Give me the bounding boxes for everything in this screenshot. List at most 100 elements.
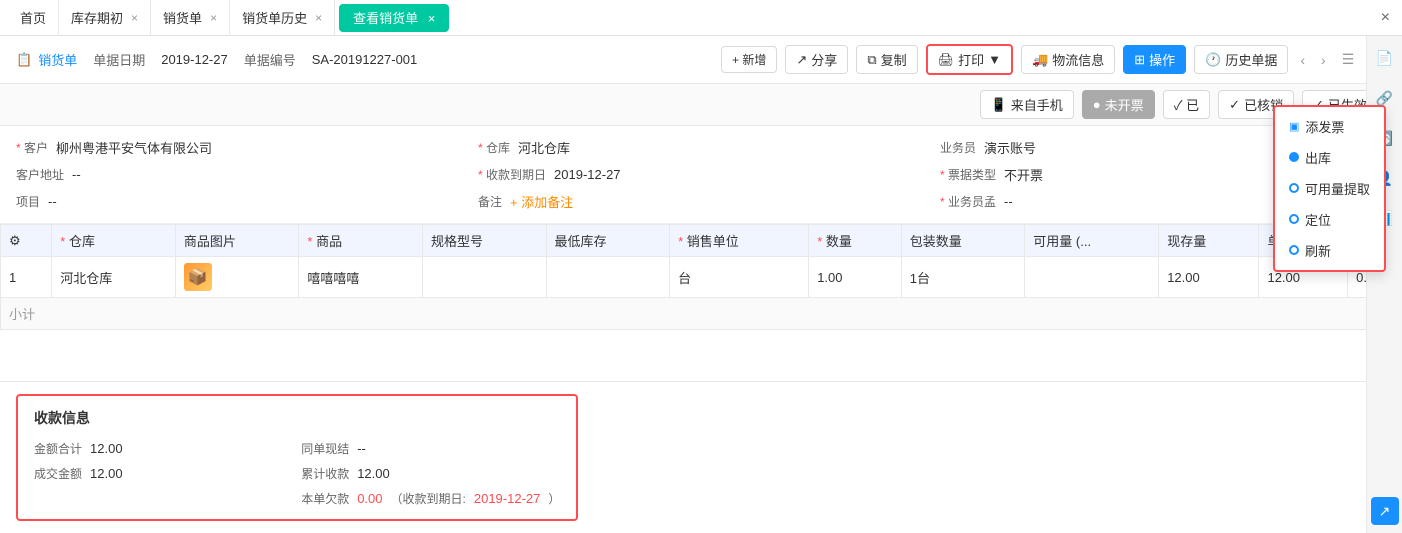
doc-icon: 📋	[16, 52, 32, 68]
payment-date-value[interactable]: 2019-12-27	[554, 167, 621, 182]
td-min-stock	[546, 257, 670, 298]
remark-add-button[interactable]: + 添加备注	[510, 192, 573, 211]
tab-view-sales-close[interactable]: ×	[428, 11, 436, 26]
tab-sales[interactable]: 销货单 ×	[151, 0, 230, 36]
history-button[interactable]: 🕐 历史单据	[1194, 45, 1288, 74]
address-label: 客户地址	[16, 166, 64, 183]
nav-prev[interactable]: ‹	[1296, 50, 1309, 70]
check-icon: ✓	[1229, 97, 1240, 113]
print-icon: 🖨	[938, 52, 955, 68]
deal-row: 成交金额 12.00	[34, 465, 293, 482]
phone-button[interactable]: 📱 来自手机	[980, 90, 1074, 119]
tab-sales-close[interactable]: ×	[210, 11, 217, 25]
new-button[interactable]: + 新增	[721, 46, 777, 73]
doc-header: 📋 销货单 单据日期 2019-12-27 单据编号 SA-20191227-0…	[0, 36, 1402, 84]
table-header-row: ⚙ 仓库 商品图片 商品 规格型号 最低库存 销售单位 数量 包装数量 可用量 …	[1, 225, 1402, 257]
th-pack-qty: 包装数量	[901, 225, 1025, 257]
staff-value: 演示账号	[984, 138, 1036, 157]
data-table: ⚙ 仓库 商品图片 商品 规格型号 最低库存 销售单位 数量 包装数量 可用量 …	[0, 224, 1402, 330]
phone-icon: 📱	[991, 97, 1007, 113]
project-label: 项目	[16, 193, 40, 210]
tab-view-sales[interactable]: 查看销货单 ×	[339, 4, 449, 32]
action-bar: 📱 来自手机 ● 未开票 ✓ 已 ✓ 已核销 ✓ 已生效 ▣ 添发票	[0, 84, 1402, 126]
td-image: 📦	[175, 257, 299, 298]
th-spec: 规格型号	[422, 225, 546, 257]
dropdown-add-invoice[interactable]: ▣ 添发票	[1275, 111, 1384, 142]
total-label: 金额合计	[34, 440, 82, 457]
td-spec	[422, 257, 546, 298]
payment-info: 收款信息 金额合计 12.00 同单现结 -- 成交金额 12.00 累计收款 …	[16, 394, 578, 521]
tab-inventory-close[interactable]: ×	[131, 11, 138, 25]
dropdown-available-qty[interactable]: 可用量提取	[1275, 173, 1384, 204]
logistics-button[interactable]: 🚚 物流信息	[1021, 45, 1115, 74]
not-open-button[interactable]: ● 未开票	[1082, 90, 1155, 119]
address-field: 客户地址 --	[16, 165, 462, 184]
owed-end: ）	[548, 490, 560, 507]
view-list-icon[interactable]: ☰	[1338, 49, 1359, 70]
customer-label: 客户	[16, 139, 48, 156]
td-product: 嘻嘻嘻嘻	[299, 257, 423, 298]
warehouse-value[interactable]: 河北仓库	[518, 138, 570, 157]
td-stock: 12.00	[1159, 257, 1259, 298]
doc-meta: 单据日期 2019-12-27 单据编号 SA-20191227-001	[93, 50, 705, 69]
doc-title: 📋 销货单	[16, 50, 77, 69]
project-value: --	[48, 194, 57, 209]
doc-title-text: 销货单	[38, 50, 77, 69]
ticket-icon: ●	[1093, 97, 1101, 112]
customer-value[interactable]: 柳州粤港平安气体有限公司	[56, 138, 212, 157]
sidebar-icon-doc[interactable]: 📄	[1371, 44, 1399, 72]
th-stock: 现存量	[1159, 225, 1259, 257]
invoice-icon: ▣	[1289, 120, 1299, 133]
history-icon: 🕐	[1205, 52, 1221, 68]
td-no: 1	[1, 257, 52, 298]
deal-label: 成交金额	[34, 465, 82, 482]
owed-label: 本单欠款	[301, 490, 349, 507]
print-button[interactable]: 🖨 打印 ▼	[926, 44, 1013, 75]
tab-home[interactable]: 首页	[8, 0, 59, 36]
cumulative-value: 12.00	[357, 466, 390, 481]
main-content: 📋 销货单 单据日期 2019-12-27 单据编号 SA-20191227-0…	[0, 36, 1402, 533]
owed-note: （收款到期日:	[391, 490, 466, 507]
dropdown-refresh[interactable]: 刷新	[1275, 235, 1384, 266]
bottom-section: 收款信息 金额合计 12.00 同单现结 -- 成交金额 12.00 累计收款 …	[0, 381, 1402, 533]
td-unit: 台	[670, 257, 809, 298]
tab-sales-history-close[interactable]: ×	[315, 11, 322, 25]
tab-sales-history[interactable]: 销货单历史 ×	[230, 0, 335, 36]
address-value: --	[72, 167, 81, 182]
sidebar-icon-expand[interactable]: ↗	[1371, 497, 1399, 525]
nav-next[interactable]: ›	[1317, 50, 1330, 70]
th-min-stock: 最低库存	[546, 225, 670, 257]
close-all-button[interactable]: ×	[1381, 9, 1390, 27]
same-order-value: --	[357, 441, 366, 456]
tab-inventory[interactable]: 库存期初 ×	[59, 0, 151, 36]
copy-button[interactable]: ⧉ 复制	[856, 45, 917, 74]
salesperson-label: 业务员孟	[940, 193, 996, 210]
th-unit: 销售单位	[670, 225, 809, 257]
share-icon: ↗	[796, 52, 807, 68]
form-section: 客户 柳州粤港平安气体有限公司 仓库 河北仓库 业务员 演示账号 客户地址 --…	[0, 126, 1402, 224]
confirm-button[interactable]: ✓ 已	[1163, 90, 1211, 119]
th-settings[interactable]: ⚙	[1, 225, 52, 257]
subtotal-row: 小计	[1, 298, 1402, 330]
operations-button[interactable]: ⊞ 操作	[1123, 45, 1186, 74]
share-button[interactable]: ↗ 分享	[785, 45, 848, 74]
owed-value: 0.00	[357, 491, 382, 506]
dropdown-locate[interactable]: 定位	[1275, 204, 1384, 235]
th-warehouse: 仓库	[52, 225, 176, 257]
td-warehouse: 河北仓库	[52, 257, 176, 298]
print-dropdown-arrow: ▼	[988, 52, 1001, 67]
subtotal-label: 小计	[1, 298, 1402, 330]
circle-icon-3	[1289, 245, 1299, 255]
dropdown-menu: ▣ 添发票 出库 可用量提取 定位 刷新	[1273, 105, 1386, 272]
dropdown-warehouse-out[interactable]: 出库	[1275, 142, 1384, 173]
number-value: SA-20191227-001	[312, 52, 418, 67]
th-image: 商品图片	[175, 225, 299, 257]
warehouse-field: 仓库 河北仓库	[478, 138, 924, 157]
ticket-value[interactable]: 不开票	[1004, 165, 1043, 184]
cumulative-label: 累计收款	[301, 465, 349, 482]
staff-label: 业务员	[940, 139, 976, 156]
project-field: 项目 --	[16, 192, 462, 211]
payment-date-label: 收款到期日	[478, 166, 546, 183]
tab-bar: 首页 库存期初 × 销货单 × 销货单历史 × 查看销货单 × ×	[0, 0, 1402, 36]
payment-title: 收款信息	[34, 408, 560, 428]
